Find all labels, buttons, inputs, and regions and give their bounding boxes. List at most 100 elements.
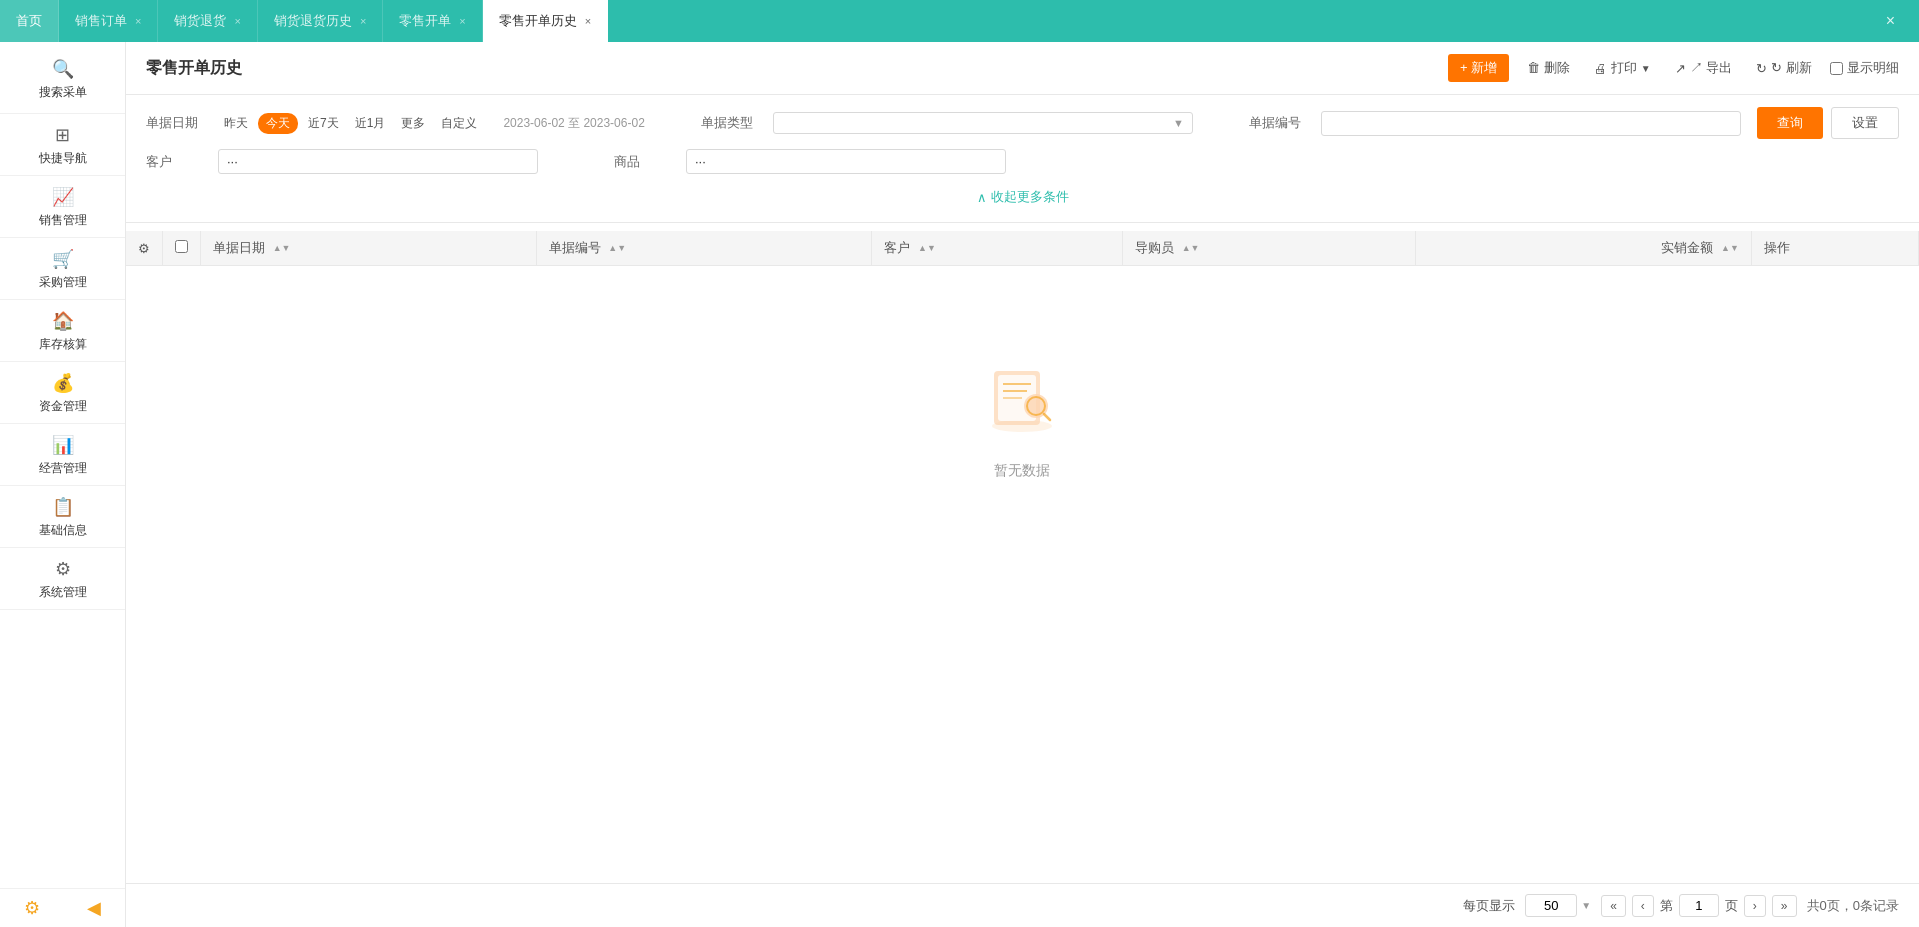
doc-no-sort-icon[interactable]: ▲▼ bbox=[608, 244, 626, 253]
quick-nav-icon: ⊞ bbox=[55, 124, 70, 146]
date-btn-1month[interactable]: 近1月 bbox=[349, 113, 392, 134]
sidebar-item-sales-mgmt[interactable]: 📈 销售管理 bbox=[0, 176, 125, 238]
page-nav: « ‹ 第 1 页 › » bbox=[1601, 894, 1796, 917]
empty-illustration bbox=[972, 346, 1072, 446]
tab-retail-open-history-label: 零售开单历史 bbox=[499, 12, 577, 30]
page-label: 第 bbox=[1660, 897, 1673, 915]
sidebar-bottom: ⚙ ◀ bbox=[0, 888, 125, 927]
show-detail-checkbox[interactable] bbox=[1830, 62, 1843, 75]
date-btn-today[interactable]: 今天 bbox=[258, 113, 298, 134]
prev-page-btn[interactable]: ‹ bbox=[1632, 895, 1654, 917]
sidebar-item-inventory[interactable]: 🏠 库存核算 bbox=[0, 300, 125, 362]
tab-retail-open-history[interactable]: 零售开单历史 × bbox=[483, 0, 608, 42]
customer-sort-icon[interactable]: ▲▼ bbox=[918, 244, 936, 253]
tab-sales-return-history-close[interactable]: × bbox=[360, 15, 366, 27]
refresh-button[interactable]: ↻ ↻ 刷新 bbox=[1750, 55, 1818, 81]
tab-list: 首页 销售订单 × 销货退货 × 销货退货历史 × 零售开单 × 零售开单历史 … bbox=[0, 0, 1878, 42]
doc-date-sort-icon[interactable]: ▲▼ bbox=[273, 244, 291, 253]
tab-sales-return-label: 销货退货 bbox=[174, 12, 226, 30]
page-word: 页 bbox=[1725, 897, 1738, 915]
last-page-btn[interactable]: » bbox=[1772, 895, 1797, 917]
th-doc-no[interactable]: 单据编号 ▲▼ bbox=[536, 231, 872, 266]
tab-sales-return[interactable]: 销货退货 × bbox=[158, 0, 257, 42]
th-settings[interactable]: ⚙ bbox=[126, 231, 163, 266]
tab-home[interactable]: 首页 bbox=[0, 0, 59, 42]
page-size-select[interactable]: 50 ▼ bbox=[1525, 894, 1591, 917]
settings-icon[interactable]: ⚙ bbox=[138, 241, 150, 256]
system-mgmt-icon: ⚙ bbox=[55, 558, 71, 580]
doc-type-select[interactable]: ▼ bbox=[773, 112, 1193, 134]
date-btn-7days[interactable]: 近7天 bbox=[302, 113, 345, 134]
sidebar-search[interactable]: 🔍 搜索采单 bbox=[0, 50, 125, 114]
tab-retail-open[interactable]: 零售开单 × bbox=[383, 0, 482, 42]
doc-no-input[interactable] bbox=[1321, 111, 1741, 136]
inventory-icon: 🏠 bbox=[52, 310, 74, 332]
next-page-btn[interactable]: › bbox=[1744, 895, 1766, 917]
sidebar-item-finance[interactable]: 💰 资金管理 bbox=[0, 362, 125, 424]
customer-filter-label: 客户 bbox=[146, 153, 202, 171]
window-close-btn[interactable]: × bbox=[1878, 12, 1903, 30]
export-label: ↗ 导出 bbox=[1690, 59, 1733, 77]
sidebar-collapse-btn[interactable]: ◀ bbox=[87, 897, 101, 919]
first-page-btn[interactable]: « bbox=[1601, 895, 1626, 917]
svg-line-8 bbox=[1044, 414, 1050, 420]
main-layout: 🔍 搜索采单 ⊞ 快捷导航 📈 销售管理 🛒 采购管理 🏠 库存核算 💰 资金管… bbox=[0, 42, 1919, 927]
page-size-dropdown-icon[interactable]: ▼ bbox=[1581, 900, 1591, 911]
sidebar-settings-btn[interactable]: ⚙ bbox=[24, 897, 40, 919]
date-btn-custom[interactable]: 自定义 bbox=[435, 113, 483, 134]
sidebar-item-inventory-label: 库存核算 bbox=[39, 336, 87, 353]
sidebar-item-basic-info[interactable]: 📋 基础信息 bbox=[0, 486, 125, 548]
filter-row-2: 客户 ··· 商品 ··· bbox=[146, 149, 1899, 174]
tab-retail-open-label: 零售开单 bbox=[399, 12, 451, 30]
sidebar-item-purchase-mgmt-label: 采购管理 bbox=[39, 274, 87, 291]
refresh-label: ↻ 刷新 bbox=[1771, 59, 1812, 77]
sales-mgmt-icon: 📈 bbox=[52, 186, 74, 208]
sidebar-item-quick-nav[interactable]: ⊞ 快捷导航 bbox=[0, 114, 125, 176]
date-btn-more[interactable]: 更多 bbox=[395, 113, 431, 134]
show-detail-text: 显示明细 bbox=[1847, 59, 1899, 77]
collapse-row: ∧ 收起更多条件 bbox=[146, 184, 1899, 210]
collapse-button[interactable]: ∧ 收起更多条件 bbox=[965, 184, 1081, 210]
print-arrow-icon: ▼ bbox=[1641, 63, 1651, 74]
th-customer-label: 客户 bbox=[884, 240, 910, 255]
page-size-input[interactable]: 50 bbox=[1525, 894, 1577, 917]
date-filter-label: 单据日期 bbox=[146, 114, 202, 132]
th-customer[interactable]: 客户 ▲▼ bbox=[872, 231, 1123, 266]
th-salesperson-label: 导购员 bbox=[1135, 240, 1174, 255]
sidebar-item-purchase-mgmt[interactable]: 🛒 采购管理 bbox=[0, 238, 125, 300]
current-page-input[interactable]: 1 bbox=[1679, 894, 1719, 917]
doc-type-arrow-icon: ▼ bbox=[1173, 117, 1184, 129]
salesperson-sort-icon[interactable]: ▲▼ bbox=[1182, 244, 1200, 253]
query-button[interactable]: 查询 bbox=[1757, 107, 1823, 139]
th-checkbox[interactable] bbox=[163, 231, 201, 266]
delete-button[interactable]: 🗑 删除 bbox=[1521, 55, 1576, 81]
sidebar-item-operations-label: 经营管理 bbox=[39, 460, 87, 477]
pagination-bar: 每页显示 50 ▼ « ‹ 第 1 页 › » 共0页，0条记录 bbox=[126, 883, 1919, 927]
filter-settings-button[interactable]: 设置 bbox=[1831, 107, 1899, 139]
table-wrapper: ⚙ 单据日期 ▲▼ 单据编号 ▲▼ bbox=[126, 231, 1919, 883]
goods-input[interactable]: ··· bbox=[686, 149, 1006, 174]
actual-amount-sort-icon[interactable]: ▲▼ bbox=[1721, 244, 1739, 253]
date-btn-yesterday[interactable]: 昨天 bbox=[218, 113, 254, 134]
topbar-right: × bbox=[1878, 12, 1919, 30]
th-doc-no-label: 单据编号 bbox=[549, 240, 601, 255]
export-button[interactable]: ↗ ↗ 导出 bbox=[1669, 55, 1739, 81]
sidebar-item-operations[interactable]: 📊 经营管理 bbox=[0, 424, 125, 486]
customer-input[interactable]: ··· bbox=[218, 149, 538, 174]
tab-sales-return-history[interactable]: 销货退货历史 × bbox=[258, 0, 383, 42]
tab-sales-return-close[interactable]: × bbox=[234, 15, 240, 27]
add-button[interactable]: + 新增 bbox=[1448, 54, 1509, 82]
page-size-label: 每页显示 bbox=[1463, 897, 1515, 915]
print-button[interactable]: 🖨 打印 ▼ bbox=[1588, 55, 1657, 81]
sidebar-item-system-mgmt-label: 系统管理 bbox=[39, 584, 87, 601]
tab-sales-order[interactable]: 销售订单 × bbox=[59, 0, 158, 42]
goods-filter-label: 商品 bbox=[614, 153, 670, 171]
sidebar-item-system-mgmt[interactable]: ⚙ 系统管理 bbox=[0, 548, 125, 610]
th-doc-date[interactable]: 单据日期 ▲▼ bbox=[201, 231, 537, 266]
tab-retail-open-close[interactable]: × bbox=[459, 15, 465, 27]
th-salesperson[interactable]: 导购员 ▲▼ bbox=[1123, 231, 1416, 266]
select-all-checkbox[interactable] bbox=[175, 240, 188, 253]
tab-sales-order-close[interactable]: × bbox=[135, 15, 141, 27]
th-actual-amount[interactable]: 实销金额 ▲▼ bbox=[1416, 231, 1752, 266]
tab-retail-open-history-close[interactable]: × bbox=[585, 15, 591, 27]
